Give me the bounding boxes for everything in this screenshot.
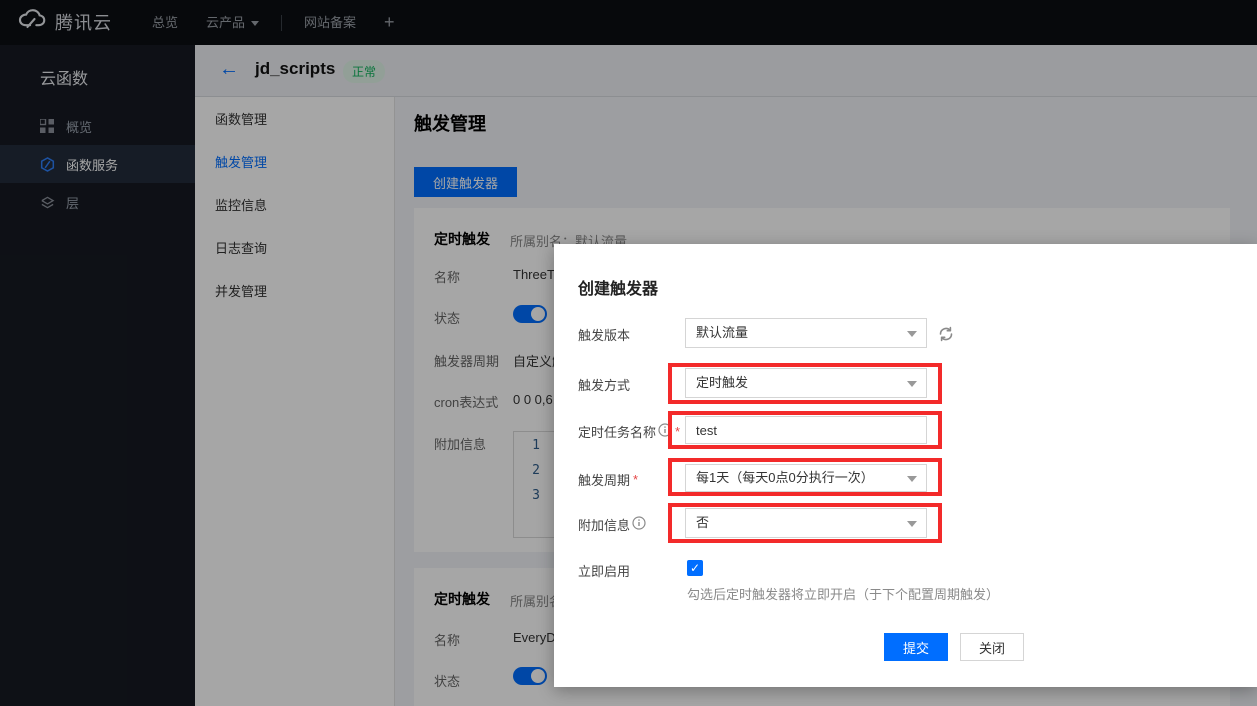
chevron-down-icon: [907, 331, 917, 337]
enable-label: 立即启用: [578, 561, 630, 580]
info-icon[interactable]: [658, 423, 672, 440]
enable-checkbox[interactable]: ✓: [687, 560, 703, 576]
chevron-down-icon: [907, 521, 917, 527]
cycle-label: 触发周期 *: [578, 470, 638, 489]
required-star: *: [675, 424, 680, 439]
method-select[interactable]: 定时触发: [685, 368, 927, 398]
submit-button[interactable]: 提交: [884, 633, 948, 661]
extra-info-label: 附加信息: [578, 515, 646, 534]
chevron-down-icon: [907, 381, 917, 387]
task-name-label: 定时任务名称 *: [578, 422, 680, 441]
extra-info-select[interactable]: 否: [685, 508, 927, 538]
version-label: 触发版本: [578, 325, 630, 344]
chevron-down-icon: [907, 476, 917, 482]
refresh-icon[interactable]: [937, 325, 955, 348]
close-button[interactable]: 关闭: [960, 633, 1024, 661]
info-icon[interactable]: [632, 516, 646, 533]
cycle-select[interactable]: 每1天（每天0点0分执行一次）: [685, 464, 927, 492]
version-select[interactable]: 默认流量: [685, 318, 927, 348]
tencent-cloud-console: 腾讯云 总览 云产品 网站备案 + 云函数 概览: [0, 0, 1257, 706]
method-label: 触发方式: [578, 375, 630, 394]
task-name-input[interactable]: [685, 416, 927, 444]
enable-hint: 勾选后定时触发器将立即开启（于下个配置周期触发）: [687, 584, 999, 603]
create-trigger-dialog: 创建触发器 触发版本 默认流量 触发方式 定时触发 定时任务名称: [554, 244, 1257, 687]
dialog-title: 创建触发器: [578, 275, 658, 299]
required-star: *: [633, 472, 638, 487]
